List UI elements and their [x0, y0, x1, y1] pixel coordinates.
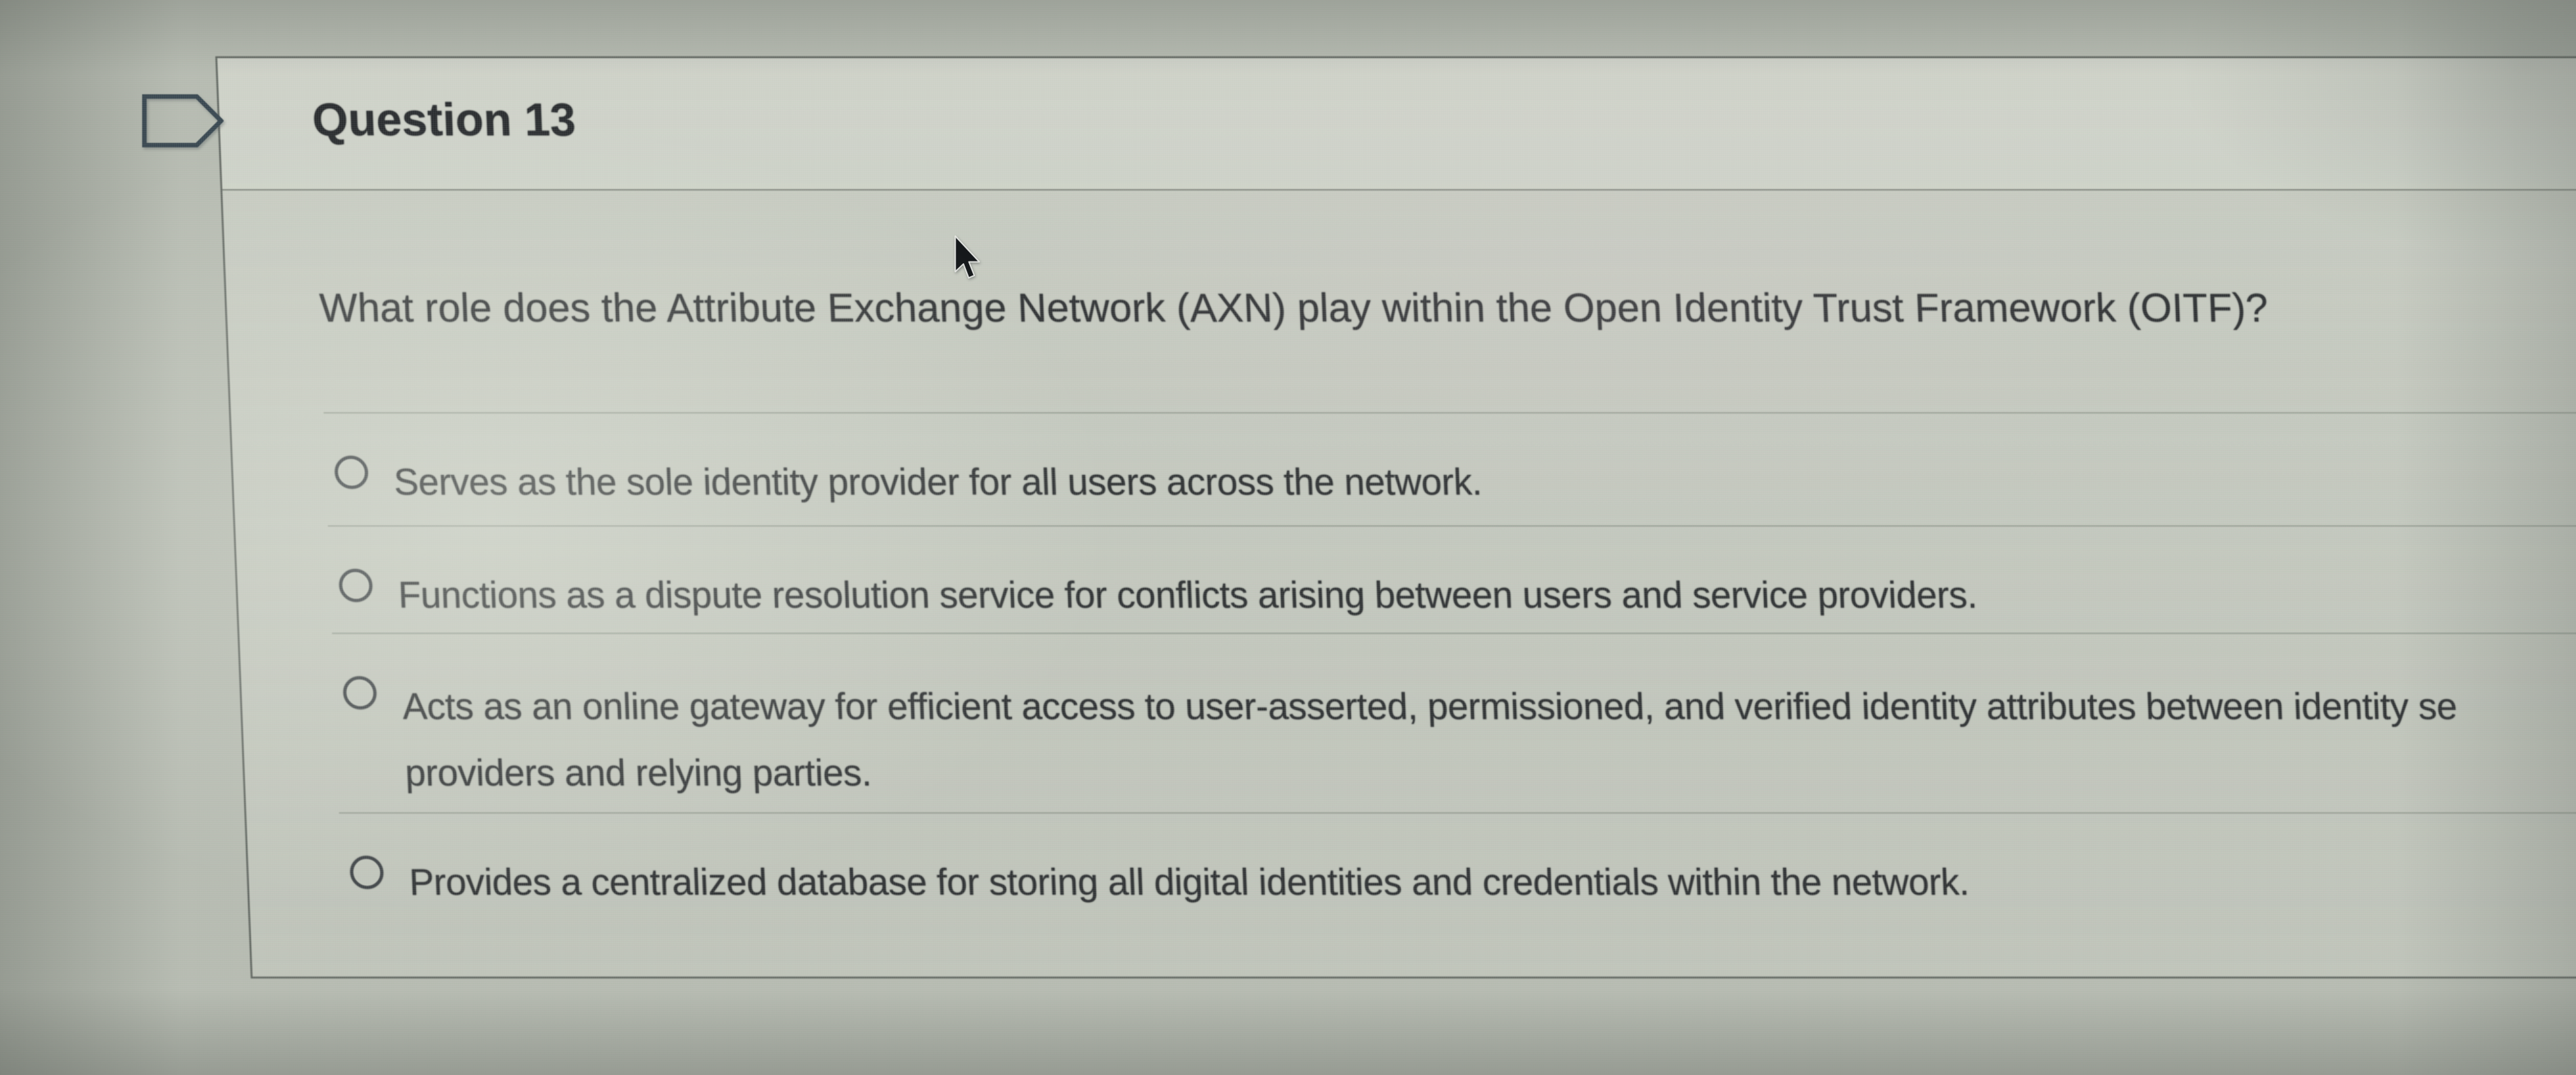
answer-option-1[interactable]: Serves as the sole identity provider for… [323, 412, 2576, 525]
radio-button-option-4[interactable] [349, 856, 385, 889]
radio-button-option-2[interactable] [338, 569, 373, 602]
answer-option-2-label: Functions as a dispute resolution servic… [397, 562, 2576, 629]
answer-option-2-line: Functions as a dispute resolution servic… [397, 575, 1978, 616]
radio-button-option-3[interactable] [342, 676, 378, 709]
flag-outline-icon [142, 94, 224, 148]
question-title: Question 13 [311, 95, 577, 146]
question-text: What role does the Attribute Exchange Ne… [318, 286, 2269, 330]
answer-option-3[interactable]: Acts as an online gateway for efficient … [332, 633, 2576, 812]
answer-option-2[interactable]: Functions as a dispute resolution servic… [328, 525, 2576, 633]
answer-option-3-line-2: providers and relying parties. [404, 752, 873, 794]
question-header: Question 13 [217, 58, 2576, 190]
answer-option-3-label: Acts as an online gateway for efficient … [401, 674, 2576, 807]
radio-button-option-1[interactable] [334, 456, 369, 489]
answer-option-4-line: Provides a centralized database for stor… [408, 862, 1970, 903]
answer-option-3-line-1: Acts as an online gateway for efficient … [401, 686, 2458, 727]
answer-option-4-label: Provides a centralized database for stor… [408, 849, 2576, 916]
answer-option-1-line: Serves as the sole identity provider for… [393, 461, 1483, 503]
mouse-pointer [953, 235, 985, 284]
flag-question-button[interactable] [142, 94, 224, 151]
arrow-cursor-icon [954, 235, 980, 279]
answer-option-4[interactable]: Provides a centralized database for stor… [339, 812, 2576, 977]
question-card: Question 13 What role does the Attribute… [215, 56, 2576, 978]
answer-option-1-label: Serves as the sole identity provider for… [393, 449, 2576, 516]
